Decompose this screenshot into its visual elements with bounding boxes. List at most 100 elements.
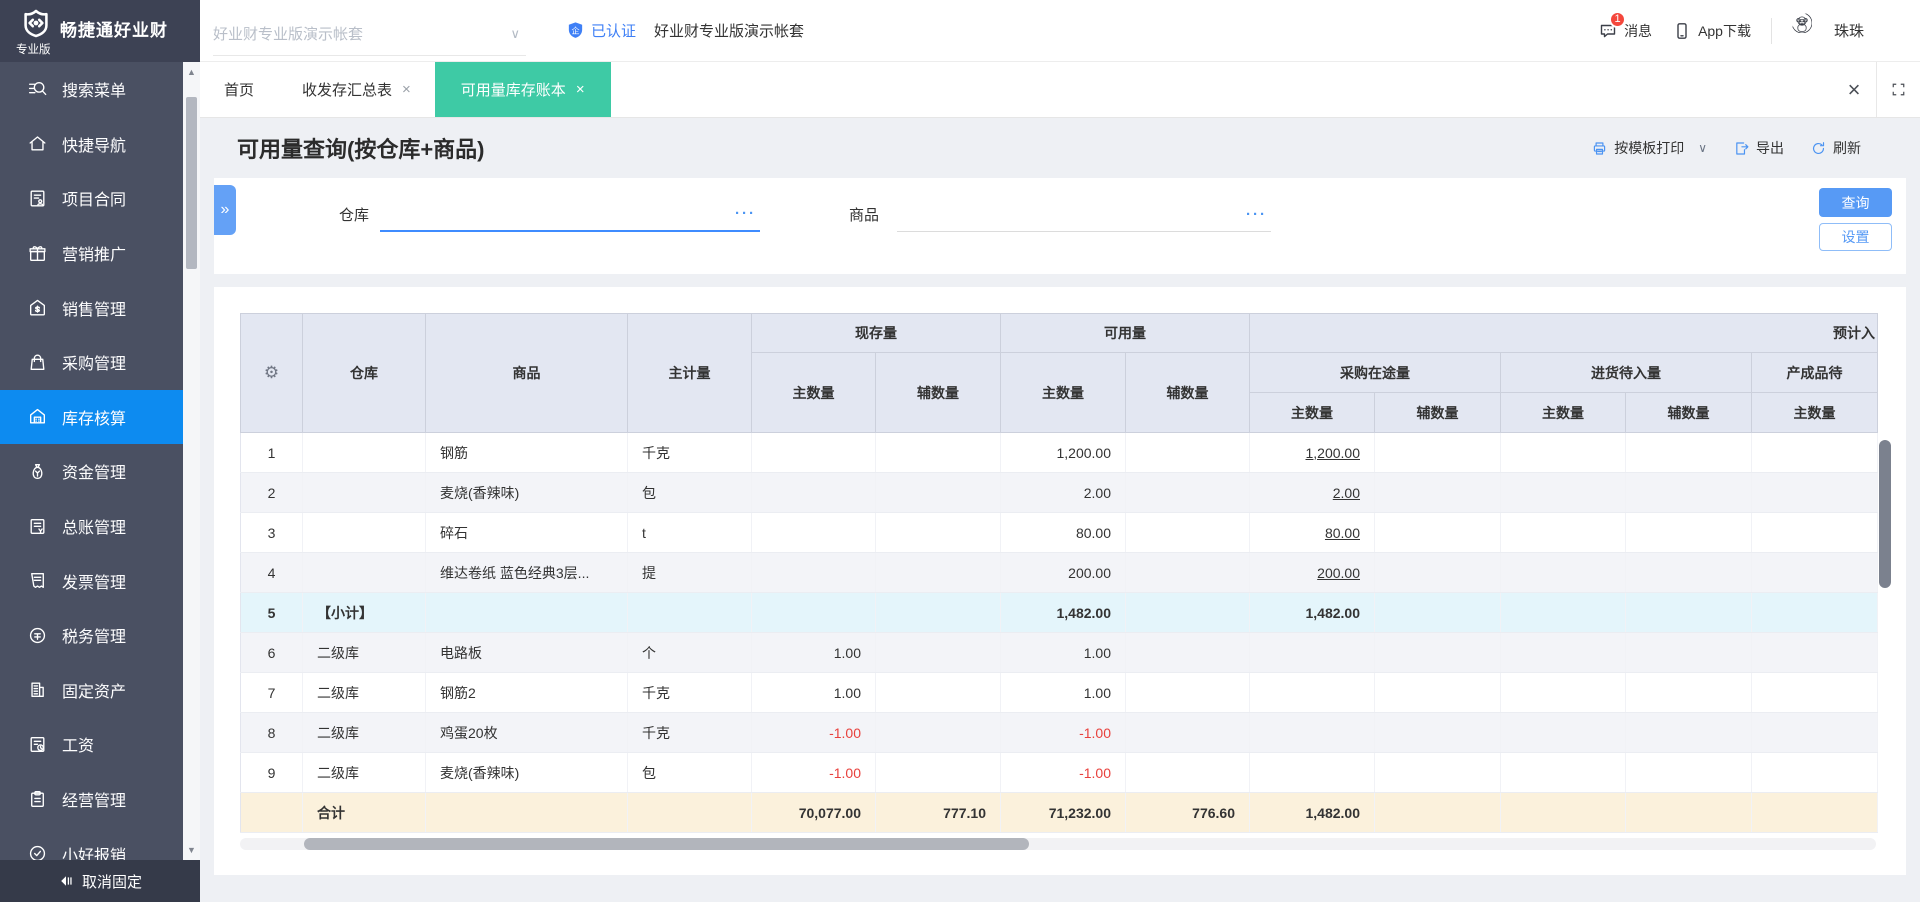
sidebar-item-warehouse[interactable]: 库存核算	[0, 390, 183, 445]
scrollbar-thumb[interactable]	[186, 97, 197, 269]
sidebar-item-sale[interactable]: 销售管理	[0, 280, 183, 335]
cell-avail_aux	[1126, 553, 1250, 593]
tab-close-icon[interactable]: ×	[402, 81, 411, 98]
cell-no: 7	[241, 673, 303, 713]
salary-icon	[27, 734, 48, 755]
user-menu[interactable]: 珠珠	[1792, 13, 1864, 49]
scroll-down-icon[interactable]: ▼	[183, 842, 200, 858]
cell-warehouse	[303, 513, 426, 553]
cell-avail_aux	[1126, 713, 1250, 753]
sidebar-item-label: 固定资产	[62, 678, 126, 702]
cell-cur_main: -1.00	[752, 753, 876, 793]
tab-home[interactable]: 首页	[200, 62, 278, 117]
cell-po_main[interactable]: 80.00	[1250, 513, 1375, 553]
cell-po_aux	[1375, 513, 1501, 553]
sidebar-item-salary[interactable]: 工资	[0, 717, 183, 772]
cell-in_aux	[1626, 633, 1752, 673]
sidebar-item-bag[interactable]: 采购管理	[0, 335, 183, 390]
table-row[interactable]: 9二级库麦烧(香辣味)包-1.00-1.00	[241, 753, 1878, 793]
cell-warehouse: 二级库	[303, 713, 426, 753]
cell-unit	[628, 593, 752, 633]
sidebar-item-home[interactable]: 快捷导航	[0, 117, 183, 172]
sidebar-item-clipboard[interactable]: 经营管理	[0, 772, 183, 827]
header-aux-qty: 辅数量	[876, 353, 1001, 433]
cell-warehouse: 【小计】	[303, 593, 426, 633]
settings-button[interactable]: 设置	[1819, 223, 1892, 251]
unpin-sidebar-button[interactable]: 取消固定	[0, 860, 200, 902]
account-selector[interactable]: 好业财专业版演示帐套 ∨	[213, 12, 526, 56]
table-row[interactable]: 1钢筋千克1,200.001,200.00	[241, 433, 1878, 473]
results-panel: ⚙ 仓库 商品 主计量 现存量 可用量 预计入 主数量 辅数量 主数量 辅数量 …	[214, 287, 1906, 875]
sidebar-item-money[interactable]: 资金管理	[0, 444, 183, 499]
horizontal-scrollbar[interactable]	[240, 838, 1876, 850]
verified-label: 已认证	[591, 20, 636, 41]
page-content: 可用量查询(按仓库+商品) 按模板打印 ∨ 导出 刷新 » 仓库	[200, 118, 1920, 902]
collapse-left-icon	[58, 873, 74, 889]
cell-po_main[interactable]: 1,200.00	[1250, 433, 1375, 473]
sidebar-item-search[interactable]: 搜索菜单	[0, 62, 183, 117]
total-row[interactable]: 合计70,077.00777.1071,232.00776.601,482.00	[241, 793, 1878, 833]
expand-filters-button[interactable]: »	[214, 185, 236, 235]
app-download-button[interactable]: App下载	[1672, 21, 1751, 41]
v-scrollbar-thumb[interactable]	[1879, 440, 1891, 588]
group-expected-in: 预计入	[1250, 314, 1878, 353]
header-aux-qty: 辅数量	[1375, 393, 1501, 433]
table-row[interactable]: 6二级库电路板个1.001.00	[241, 633, 1878, 673]
table-row[interactable]: 7二级库钢筋2千克1.001.00	[241, 673, 1878, 713]
cell-in_main	[1501, 673, 1626, 713]
chevron-down-icon[interactable]: ∨	[1698, 141, 1707, 155]
availability-table: ⚙ 仓库 商品 主计量 现存量 可用量 预计入 主数量 辅数量 主数量 辅数量 …	[240, 313, 1878, 833]
goods-input[interactable]: ···	[897, 192, 1271, 232]
subtotal-row[interactable]: 5【小计】1,482.001,482.00	[241, 593, 1878, 633]
print-by-template-button[interactable]: 按模板打印 ∨	[1591, 138, 1707, 158]
table-row[interactable]: 2麦烧(香辣味)包2.002.00	[241, 473, 1878, 513]
cell-unit: 包	[628, 473, 752, 513]
chevron-down-icon: ∨	[510, 26, 520, 42]
sidebar-item-tax[interactable]: 税务管理	[0, 608, 183, 663]
tab-close-icon[interactable]: ×	[576, 81, 585, 98]
sidebar-item-asset[interactable]: 固定资产	[0, 663, 183, 718]
cell-po_main[interactable]: 2.00	[1250, 473, 1375, 513]
export-button[interactable]: 导出	[1733, 138, 1784, 158]
sidebar-item-invoice[interactable]: 发票管理	[0, 553, 183, 608]
close-tab-icon[interactable]: ×	[1832, 62, 1876, 117]
tab-inout-summary[interactable]: 收发存汇总表×	[278, 62, 435, 117]
sidebar-item-label: 搜索菜单	[62, 77, 126, 101]
cell-in_main	[1501, 793, 1626, 833]
cell-in_main	[1501, 473, 1626, 513]
cell-goods: 维达卷纸 蓝色经典3层...	[426, 553, 628, 593]
sidebar-scrollbar[interactable]: ▲ ▼	[183, 62, 200, 860]
messages-button[interactable]: 1 消息	[1598, 21, 1652, 41]
table-row[interactable]: 3碎石t80.0080.00	[241, 513, 1878, 553]
table-row[interactable]: 8二级库鸡蛋20枚千克-1.00-1.00	[241, 713, 1878, 753]
cell-avail_aux: 776.60	[1126, 793, 1250, 833]
header-main-qty: 主数量	[752, 353, 876, 433]
sidebar-item-contract[interactable]: 项目合同	[0, 171, 183, 226]
cell-in_aux	[1626, 513, 1752, 553]
cell-fin_main	[1752, 633, 1878, 673]
table-row[interactable]: 4维达卷纸 蓝色经典3层...提200.00200.00	[241, 553, 1878, 593]
query-button[interactable]: 查询	[1819, 188, 1892, 217]
goods-lookup-icon[interactable]: ···	[1246, 206, 1267, 223]
cell-avail_main: -1.00	[1001, 713, 1126, 753]
account-selector-value: 好业财专业版演示帐套	[213, 23, 363, 44]
warehouse-input[interactable]: ···	[380, 192, 760, 232]
h-scrollbar-thumb[interactable]	[304, 838, 1029, 850]
column-settings-gear-icon[interactable]: ⚙	[241, 314, 303, 433]
sidebar-item-label: 资金管理	[62, 459, 126, 483]
sidebar-item-ledger[interactable]: 总账管理	[0, 499, 183, 554]
invoice-icon	[27, 570, 48, 591]
cell-avail_aux	[1126, 513, 1250, 553]
sidebar-item-gift[interactable]: 营销推广	[0, 226, 183, 281]
warehouse-lookup-icon[interactable]: ···	[735, 205, 756, 222]
refresh-button[interactable]: 刷新	[1810, 138, 1861, 158]
tab-available-stock[interactable]: 可用量库存账本×	[435, 62, 611, 117]
cell-warehouse	[303, 553, 426, 593]
header-main-qty: 主数量	[1001, 353, 1126, 433]
cell-cur_aux	[876, 753, 1001, 793]
scroll-up-icon[interactable]: ▲	[183, 64, 200, 80]
verified-badge[interactable]: 企 已认证	[566, 20, 636, 41]
fullscreen-icon[interactable]	[1876, 62, 1920, 117]
cell-po_main[interactable]: 200.00	[1250, 553, 1375, 593]
cell-po_aux	[1375, 593, 1501, 633]
